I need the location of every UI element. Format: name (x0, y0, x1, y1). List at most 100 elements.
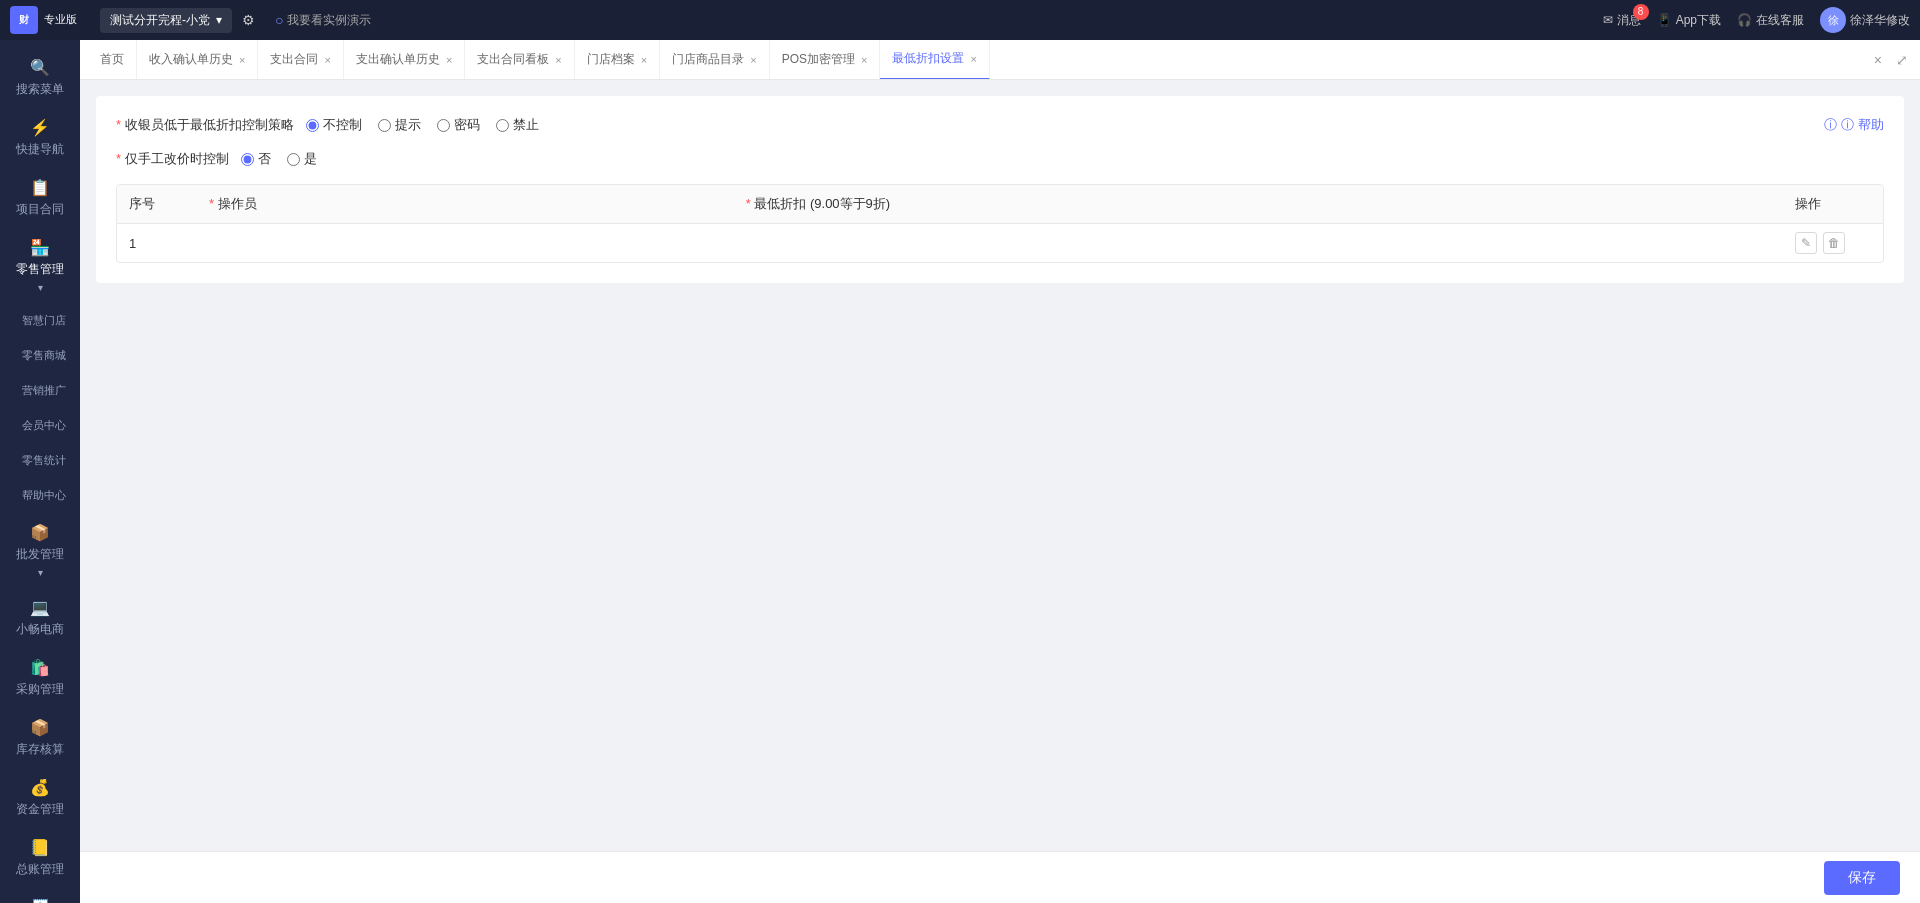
tab-payment-board[interactable]: 支出合同看板 × (465, 40, 574, 80)
tab-payment-confirm[interactable]: 支出确认单历史 × (344, 40, 465, 80)
sidebar-item-ecommerce[interactable]: 💻 小畅电商 (0, 588, 80, 648)
tab-min-discount-close[interactable]: × (970, 53, 976, 65)
customer-service-button[interactable]: 🎧 在线客服 (1737, 12, 1804, 29)
logo-text: 专业版 (44, 13, 77, 26)
app-download-button[interactable]: 📱 App下载 (1657, 12, 1721, 29)
cell-action-1: ✎ 🗑 (1783, 224, 1883, 262)
strategy-password[interactable]: 密码 (437, 116, 480, 134)
tab-close-all-button[interactable]: × (1870, 50, 1886, 70)
project-selector[interactable]: 测试分开完程-小党 ▾ (100, 8, 232, 33)
tab-home[interactable]: 首页 (88, 40, 137, 80)
topbar-right: ✉ 消息 8 📱 App下载 🎧 在线客服 徐 徐泽华修改 (1603, 7, 1910, 33)
sidebar-label-search: 搜索菜单 (16, 81, 64, 98)
sidebar-item-purchase[interactable]: 🛍️ 采购管理 (0, 648, 80, 708)
manual-no-radio[interactable] (241, 153, 254, 166)
page-area: 收银员低于最低折扣控制策略 不控制 提示 密码 (80, 80, 1920, 851)
tab-payment-contract[interactable]: 支出合同 × (258, 40, 343, 80)
col-seq: 序号 (117, 185, 197, 223)
strategy-no-control-label: 不控制 (323, 116, 362, 134)
manual-yes-label: 是 (304, 150, 317, 168)
tab-pos-password-label: POS加密管理 (782, 51, 855, 68)
tab-min-discount-label: 最低折扣设置 (892, 50, 964, 67)
sidebar-item-stat[interactable]: 零售统计 (0, 443, 80, 478)
sidebar-label-shortcut: 快捷导航 (16, 141, 64, 158)
message-badge: 8 (1633, 4, 1649, 20)
search-icon: 🔍 (30, 58, 50, 77)
strategy-remind-radio[interactable] (378, 119, 391, 132)
sidebar-item-project[interactable]: 📋 项目合同 (0, 168, 80, 228)
finance-icon: 💰 (30, 778, 50, 797)
sidebar-item-invoice[interactable]: 🧾 发票管理 (0, 888, 80, 903)
main-content: 首页 收入确认单历史 × 支出合同 × 支出确认单历史 × 支出合同看板 × 门… (80, 40, 1920, 903)
tabbar-actions: × ⤢ (1870, 50, 1912, 70)
tab-store-catalog-close[interactable]: × (750, 54, 756, 66)
sidebar-item-retail[interactable]: 🏪 零售管理 (0, 228, 80, 303)
sidebar-item-finance[interactable]: 💰 资金管理 (0, 768, 80, 828)
tab-payment-contract-close[interactable]: × (324, 54, 330, 66)
delete-row-button[interactable]: 🗑 (1823, 232, 1845, 254)
sidebar-item-ledger[interactable]: 📒 总账管理 (0, 828, 80, 888)
strategy-password-radio[interactable] (437, 119, 450, 132)
tab-home-label: 首页 (100, 51, 124, 68)
tab-income-history-close[interactable]: × (239, 54, 245, 66)
strategy-remind[interactable]: 提示 (378, 116, 421, 134)
tab-store-archive-label: 门店档案 (587, 51, 635, 68)
save-button[interactable]: 保存 (1824, 861, 1900, 895)
sidebar-item-shortcut[interactable]: ⚡ 快捷导航 (0, 108, 80, 168)
strategy-password-label: 密码 (454, 116, 480, 134)
manual-yes-radio[interactable] (287, 153, 300, 166)
settings-icon[interactable]: ⚙ (242, 12, 255, 28)
project-icon: 📋 (30, 178, 50, 197)
manual-price-label: 仅手工改价时控制 (116, 150, 229, 168)
online-shop-label: 零售商城 (22, 348, 66, 363)
sidebar-label-project: 项目合同 (16, 201, 64, 218)
tab-payment-confirm-close[interactable]: × (446, 54, 452, 66)
help-text: ⓘ 帮助 (1841, 116, 1884, 134)
logo: 财 专业版 (10, 6, 90, 34)
tab-store-archive-close[interactable]: × (641, 54, 647, 66)
service-icon: 🎧 (1737, 13, 1752, 27)
sidebar-item-marketing[interactable]: 营销推广 (0, 373, 80, 408)
tab-payment-confirm-label: 支出确认单历史 (356, 51, 440, 68)
sidebar-item-inventory[interactable]: 📦 库存核算 (0, 708, 80, 768)
manual-price-row: 仅手工改价时控制 否 是 (116, 150, 1884, 168)
strategy-no-control[interactable]: 不控制 (306, 116, 362, 134)
tab-store-catalog[interactable]: 门店商品目录 × (660, 40, 769, 80)
sidebar-item-help-center[interactable]: 帮助中心 (0, 478, 80, 513)
strategy-forbid[interactable]: 禁止 (496, 116, 539, 134)
sidebar-item-member[interactable]: 会员中心 (0, 408, 80, 443)
help-link[interactable]: ⓘ ⓘ 帮助 (1824, 116, 1884, 134)
col-discount: 最低折扣 (9.00等于9折) (734, 185, 1783, 223)
sidebar-item-search[interactable]: 🔍 搜索菜单 (0, 48, 80, 108)
user-menu-button[interactable]: 徐 徐泽华修改 (1820, 7, 1910, 33)
tab-expand-button[interactable]: ⤢ (1892, 50, 1912, 70)
app-label: App下载 (1676, 12, 1721, 29)
tab-income-history[interactable]: 收入确认单历史 × (137, 40, 258, 80)
demo-link[interactable]: 我要看实例演示 (275, 12, 371, 29)
sidebar-label-ledger: 总账管理 (16, 861, 64, 878)
tab-pos-password[interactable]: POS加密管理 × (770, 40, 881, 80)
strategy-no-control-radio[interactable] (306, 119, 319, 132)
strategy-forbid-radio[interactable] (496, 119, 509, 132)
smart-store-label: 智慧门店 (22, 313, 66, 328)
sidebar-item-smart-store[interactable]: 智慧门店 (0, 303, 80, 338)
cell-discount-1 (734, 235, 1783, 251)
tab-store-archive[interactable]: 门店档案 × (575, 40, 660, 80)
message-icon: ✉ (1603, 13, 1613, 27)
edit-row-button[interactable]: ✎ (1795, 232, 1817, 254)
tab-pos-password-close[interactable]: × (861, 54, 867, 66)
tab-payment-board-close[interactable]: × (555, 54, 561, 66)
dropdown-icon: ▾ (216, 13, 222, 27)
sidebar-item-online-shop[interactable]: 零售商城 (0, 338, 80, 373)
wholesale-icon: 📦 (30, 523, 50, 542)
app-icon: 📱 (1657, 13, 1672, 27)
sidebar: 🔍 搜索菜单 ⚡ 快捷导航 📋 项目合同 🏪 零售管理 智慧门店 零售商城 营销… (0, 40, 80, 903)
shortcut-icon: ⚡ (30, 118, 50, 137)
manual-yes[interactable]: 是 (287, 150, 317, 168)
manual-no[interactable]: 否 (241, 150, 271, 168)
tab-min-discount[interactable]: 最低折扣设置 × (880, 40, 989, 80)
col-operator: 操作员 (197, 185, 734, 223)
strategy-forbid-label: 禁止 (513, 116, 539, 134)
message-button[interactable]: ✉ 消息 8 (1603, 12, 1641, 29)
sidebar-item-wholesale[interactable]: 📦 批发管理 (0, 513, 80, 588)
